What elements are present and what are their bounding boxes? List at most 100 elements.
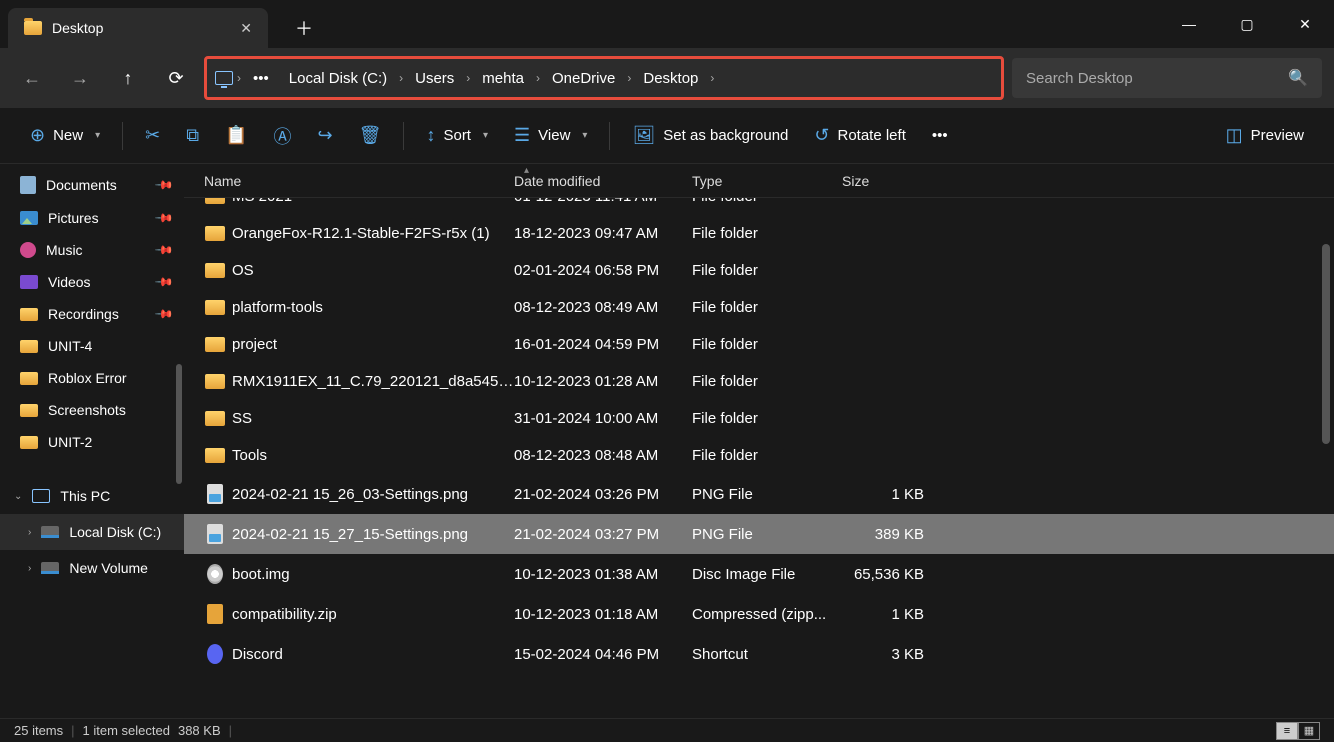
nav-row: ← → ↑ ⟳ › ••• Local Disk (C:) › Users › … bbox=[0, 48, 1334, 108]
new-label: New bbox=[53, 127, 83, 144]
file-row[interactable]: MS 202101-12-2023 11:41 AMFile folder bbox=[184, 198, 1334, 215]
sort-icon: ↕ bbox=[426, 125, 435, 146]
crumb-root[interactable]: Local Disk (C:) bbox=[281, 70, 395, 87]
music-icon bbox=[20, 242, 36, 258]
column-date[interactable]: Date modified bbox=[514, 173, 692, 189]
forward-button[interactable]: → bbox=[60, 58, 100, 98]
file-row[interactable]: 2024-02-21 15_26_03-Settings.png21-02-20… bbox=[184, 474, 1334, 514]
delete-button[interactable]: 🗑 bbox=[349, 119, 392, 152]
chevron-right-icon[interactable]: › bbox=[710, 71, 714, 85]
crumb-users[interactable]: Users bbox=[407, 70, 462, 87]
back-button[interactable]: ← bbox=[12, 58, 52, 98]
copy-button[interactable]: ⧉ bbox=[176, 119, 209, 152]
sort-button[interactable]: ↕ Sort ▾ bbox=[416, 119, 498, 152]
file-row[interactable]: OrangeFox-R12.1-Stable-F2FS-r5x (1)18-12… bbox=[184, 215, 1334, 252]
pc-icon bbox=[215, 71, 233, 85]
up-button[interactable]: ↑ bbox=[108, 58, 148, 98]
sidebar-item-thispc[interactable]: ⌄This PC bbox=[0, 478, 184, 514]
new-button[interactable]: ⊕ New ▾ bbox=[20, 119, 110, 152]
file-row[interactable]: SS31-01-2024 10:00 AMFile folder bbox=[184, 400, 1334, 437]
sidebar-item-videos[interactable]: Videos📌 bbox=[0, 266, 184, 298]
refresh-button[interactable]: ⟳ bbox=[156, 58, 196, 98]
png-icon bbox=[207, 524, 223, 544]
file-row[interactable]: compatibility.zip10-12-2023 01:18 AMComp… bbox=[184, 594, 1334, 634]
preview-label: Preview bbox=[1251, 127, 1304, 144]
file-scrollbar[interactable] bbox=[1322, 244, 1330, 444]
file-row[interactable]: Discord15-02-2024 04:46 PMShortcut3 KB bbox=[184, 634, 1334, 674]
view-icon: ☰ bbox=[514, 125, 530, 146]
minimize-button[interactable]: — bbox=[1160, 0, 1218, 48]
crumb-desktop[interactable]: Desktop bbox=[635, 70, 706, 87]
file-row[interactable]: OS02-01-2024 06:58 PMFile folder bbox=[184, 252, 1334, 289]
view-label: View bbox=[538, 127, 570, 144]
cut-button[interactable]: ✂ bbox=[135, 119, 170, 152]
chevron-right-icon[interactable]: › bbox=[466, 71, 470, 85]
crumb-onedrive[interactable]: OneDrive bbox=[544, 70, 623, 87]
paste-button: 📋 bbox=[215, 119, 257, 152]
sidebar-item-newvolume[interactable]: ›New Volume bbox=[0, 550, 184, 586]
pin-icon: 📌 bbox=[154, 175, 174, 195]
separator bbox=[403, 122, 404, 150]
crumb-user[interactable]: mehta bbox=[474, 70, 532, 87]
sidebar-scrollbar[interactable] bbox=[176, 364, 182, 484]
share-button[interactable]: ↪ bbox=[308, 119, 343, 152]
chevron-right-icon[interactable]: › bbox=[627, 71, 631, 85]
column-name[interactable]: Name bbox=[204, 173, 514, 189]
breadcrumb-overflow[interactable]: ••• bbox=[245, 70, 277, 87]
plus-circle-icon: ⊕ bbox=[30, 125, 45, 146]
file-row[interactable]: project16-01-2024 04:59 PMFile folder bbox=[184, 326, 1334, 363]
sidebar-item-recordings[interactable]: Recordings📌 bbox=[0, 298, 184, 330]
sort-label: Sort bbox=[443, 127, 471, 144]
grid-view-button[interactable]: ▦ bbox=[1298, 722, 1320, 740]
chevron-right-icon[interactable]: › bbox=[237, 71, 241, 85]
rotate-left-button[interactable]: ↺ Rotate left bbox=[804, 119, 915, 152]
file-row[interactable]: RMX1911EX_11_C.79_220121_d8a5451810-12-2… bbox=[184, 363, 1334, 400]
folder-icon bbox=[205, 263, 225, 278]
sidebar-item-unit2[interactable]: UNIT-2 bbox=[0, 426, 184, 458]
chevron-right-icon[interactable]: › bbox=[536, 71, 540, 85]
preview-button[interactable]: ◫ Preview bbox=[1216, 119, 1314, 152]
pin-icon: 📌 bbox=[154, 304, 174, 324]
set-background-button[interactable]: 🖼 Set as background bbox=[622, 119, 798, 152]
more-button[interactable]: ••• bbox=[922, 121, 958, 150]
search-input[interactable]: Search Desktop 🔍 bbox=[1012, 58, 1322, 98]
details-view-button[interactable]: ≡ bbox=[1276, 722, 1298, 740]
chevron-right-icon[interactable]: › bbox=[399, 71, 403, 85]
separator bbox=[122, 122, 123, 150]
tab-desktop[interactable]: Desktop ✕ bbox=[8, 8, 268, 48]
column-type[interactable]: Type bbox=[692, 173, 842, 189]
file-row-selected[interactable]: 2024-02-21 15_27_15-Settings.png21-02-20… bbox=[184, 514, 1334, 554]
file-row[interactable]: boot.img10-12-2023 01:38 AMDisc Image Fi… bbox=[184, 554, 1334, 594]
column-size[interactable]: Size bbox=[842, 173, 932, 189]
sidebar: Documents📌 Pictures📌 Music📌 Videos📌 Reco… bbox=[0, 164, 184, 718]
sidebar-item-unit4[interactable]: UNIT-4 bbox=[0, 330, 184, 362]
rename-button[interactable]: Ⓐ bbox=[264, 117, 302, 155]
file-row[interactable]: platform-tools08-12-2023 08:49 AMFile fo… bbox=[184, 289, 1334, 326]
new-tab-button[interactable]: ＋ bbox=[284, 8, 324, 48]
file-row[interactable]: Tools08-12-2023 08:48 AMFile folder bbox=[184, 437, 1334, 474]
rotate-icon: ↺ bbox=[814, 125, 829, 146]
sidebar-item-localdisk[interactable]: ›Local Disk (C:) bbox=[0, 514, 184, 550]
view-button[interactable]: ☰ View ▾ bbox=[504, 119, 597, 152]
close-icon[interactable]: ✕ bbox=[240, 20, 252, 37]
disk-icon bbox=[41, 526, 59, 538]
main-area: Documents📌 Pictures📌 Music📌 Videos📌 Reco… bbox=[0, 164, 1334, 718]
sidebar-item-roblox[interactable]: Roblox Error bbox=[0, 362, 184, 394]
pin-icon: 📌 bbox=[154, 208, 174, 228]
sidebar-item-screenshots[interactable]: Screenshots bbox=[0, 394, 184, 426]
breadcrumb[interactable]: › ••• Local Disk (C:) › Users › mehta › … bbox=[204, 56, 1004, 100]
search-placeholder: Search Desktop bbox=[1026, 70, 1133, 87]
sort-indicator-icon: ▴ bbox=[524, 165, 529, 176]
chevron-down-icon: ▾ bbox=[483, 130, 488, 141]
sidebar-item-music[interactable]: Music📌 bbox=[0, 234, 184, 266]
status-count: 25 items bbox=[14, 723, 63, 738]
chevron-right-icon: › bbox=[28, 527, 31, 538]
close-button[interactable]: ✕ bbox=[1276, 0, 1334, 48]
sidebar-item-pictures[interactable]: Pictures📌 bbox=[0, 202, 184, 234]
sidebar-item-documents[interactable]: Documents📌 bbox=[0, 168, 184, 202]
maximize-button[interactable]: ▢ bbox=[1218, 0, 1276, 48]
search-icon: 🔍 bbox=[1288, 68, 1308, 88]
folder-icon bbox=[205, 337, 225, 352]
chevron-down-icon: ▾ bbox=[95, 130, 100, 141]
status-bar: 25 items | 1 item selected 388 KB | ≡ ▦ bbox=[0, 718, 1334, 742]
